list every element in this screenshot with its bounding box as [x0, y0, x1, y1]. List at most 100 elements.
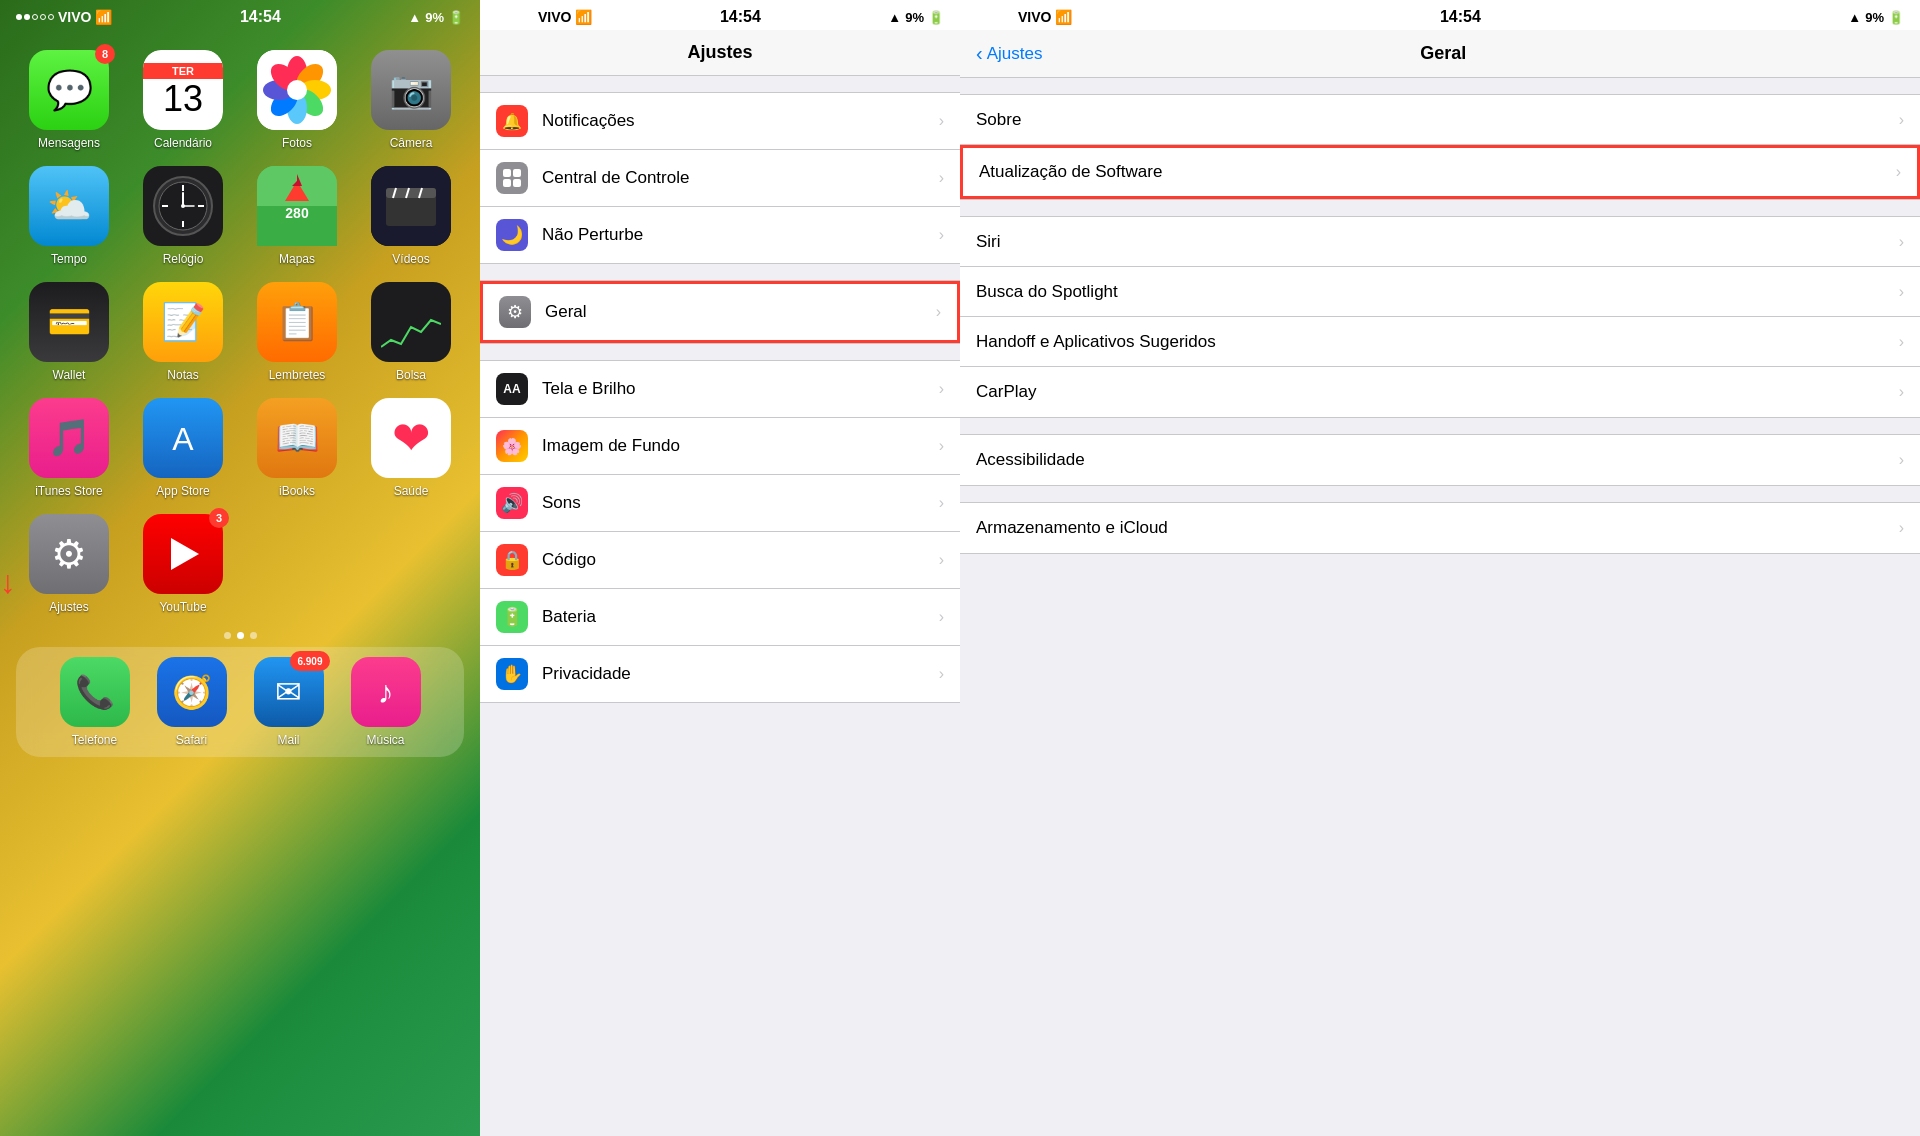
page-indicator [0, 624, 480, 647]
settings-row-display[interactable]: AA Tela e Brilho › [480, 361, 960, 418]
battery-2: ▲ 9% 🔋 [888, 10, 944, 25]
settings-row-control-center[interactable]: Central de Controle › [480, 150, 960, 207]
accessibility-label: Acessibilidade [976, 450, 1899, 470]
carplay-chevron: › [1899, 383, 1904, 401]
control-center-chevron: › [939, 169, 944, 187]
geral-row-sobre[interactable]: Sobre › [960, 95, 1920, 145]
control-center-icon [496, 162, 528, 194]
app-label-settings: Ajustes [49, 600, 88, 614]
geral-row-carplay[interactable]: CarPlay › [960, 367, 1920, 417]
battery-percent: 9% [425, 10, 444, 25]
back-button[interactable]: ‹ Ajustes [976, 42, 1042, 65]
app-icon-health: ❤ [371, 398, 451, 478]
svg-rect-31 [513, 169, 521, 177]
app-icon-safari: 🧭 [157, 657, 227, 727]
geral-title: Geral [1042, 43, 1844, 64]
sobre-label: Sobre [976, 110, 1899, 130]
dock-mail[interactable]: ✉ 6.909 Mail [254, 657, 324, 747]
app-youtube[interactable]: 3 YouTube [134, 514, 232, 614]
code-chevron: › [939, 551, 944, 569]
geral-row-siri[interactable]: Siri › [960, 217, 1920, 267]
geral-label: Geral [545, 302, 936, 322]
wallpaper-chevron: › [939, 437, 944, 455]
settings-row-code[interactable]: 🔒 Código › [480, 532, 960, 589]
app-icon-videos [371, 166, 451, 246]
app-label-stocks: Bolsa [396, 368, 426, 382]
app-label-photos: Fotos [282, 136, 312, 150]
status-bar-panel3: VIVO 📶 14:54 ▲ 9% 🔋 [960, 0, 1920, 30]
app-settings[interactable]: ⚙ Ajustes ↓ [20, 514, 118, 614]
app-health[interactable]: ❤ Saúde [362, 398, 460, 498]
app-icon-youtube: 3 [143, 514, 223, 594]
app-weather[interactable]: ⛅ Tempo [20, 166, 118, 266]
app-icon-ibooks: 📖 [257, 398, 337, 478]
app-appstore[interactable]: A App Store [134, 398, 232, 498]
app-ibooks[interactable]: 📖 iBooks [248, 398, 346, 498]
display-chevron: › [939, 380, 944, 398]
storage-chevron: › [1899, 519, 1904, 537]
carplay-label: CarPlay [976, 382, 1899, 402]
dock-phone[interactable]: 📞 Telefone [60, 657, 130, 747]
control-center-label: Central de Controle [542, 168, 939, 188]
app-label-messages: Mensagens [38, 136, 100, 150]
app-photos[interactable]: Fotos [248, 50, 346, 150]
geral-row-spotlight[interactable]: Busca do Spotlight › [960, 267, 1920, 317]
app-label-maps: Mapas [279, 252, 315, 266]
s2-dot5 [528, 14, 534, 20]
signal-dot-2 [24, 14, 30, 20]
app-reminders[interactable]: 📋 Lembretes [248, 282, 346, 382]
software-update-label: Atualização de Software [979, 162, 1896, 182]
settings-row-sounds[interactable]: 🔊 Sons › [480, 475, 960, 532]
privacy-icon: ✋ [496, 658, 528, 690]
dock-safari[interactable]: 🧭 Safari [157, 657, 227, 747]
app-icon-itunes: 🎵 [29, 398, 109, 478]
app-icon-maps: 280 [257, 166, 337, 246]
app-videos[interactable]: Vídeos [362, 166, 460, 266]
s2-dot3 [512, 14, 518, 20]
app-camera[interactable]: 📷 Câmera [362, 50, 460, 150]
app-clock[interactable]: Relógio [134, 166, 232, 266]
carrier-name: VIVO [58, 9, 91, 25]
app-label-appstore: App Store [156, 484, 209, 498]
s3-dot3 [992, 14, 998, 20]
geral-row-software-update[interactable]: Atualização de Software › [960, 145, 1920, 199]
status-bar-panel2: VIVO 📶 14:54 ▲ 9% 🔋 [480, 0, 960, 30]
geral-section-1: Sobre › Atualização de Software › [960, 94, 1920, 200]
geral-row-accessibility[interactable]: Acessibilidade › [960, 435, 1920, 485]
app-wallet[interactable]: 💳 Wallet [20, 282, 118, 382]
page-dot-2 [237, 632, 244, 639]
app-grid: 💬 8 Mensagens ter 13 Calendário [0, 30, 480, 624]
app-label-weather: Tempo [51, 252, 87, 266]
settings-row-do-not-disturb[interactable]: 🌙 Não Perturbe › [480, 207, 960, 263]
location-icon: ▲ [408, 10, 421, 25]
settings-row-privacy[interactable]: ✋ Privacidade › [480, 646, 960, 702]
handoff-chevron: › [1899, 333, 1904, 351]
app-label-music: Música [366, 733, 404, 747]
app-calendar[interactable]: ter 13 Calendário [134, 50, 232, 150]
app-label-reminders: Lembretes [269, 368, 326, 382]
settings-row-wallpaper[interactable]: 🌸 Imagem de Fundo › [480, 418, 960, 475]
app-itunes[interactable]: 🎵 iTunes Store [20, 398, 118, 498]
s3-dot2 [984, 14, 990, 20]
app-stocks[interactable]: Bolsa [362, 282, 460, 382]
clock-face [153, 176, 213, 236]
settings-row-battery[interactable]: 🔋 Bateria › [480, 589, 960, 646]
app-maps[interactable]: 280 Mapas [248, 166, 346, 266]
app-label-phone: Telefone [72, 733, 117, 747]
notifications-label: Notificações [542, 111, 939, 131]
settings-row-notifications[interactable]: 🔔 Notificações › [480, 93, 960, 150]
clock-2: 14:54 [720, 8, 761, 26]
battery-label: Bateria [542, 607, 939, 627]
app-label-notes: Notas [167, 368, 198, 382]
app-label-wallet: Wallet [53, 368, 86, 382]
app-messages[interactable]: 💬 8 Mensagens [20, 50, 118, 150]
dock-music[interactable]: ♪ Música [351, 657, 421, 747]
s3-dot5 [1008, 14, 1014, 20]
app-label-calendar: Calendário [154, 136, 212, 150]
geral-row-handoff[interactable]: Handoff e Aplicativos Sugeridos › [960, 317, 1920, 367]
geral-section-2: Siri › Busca do Spotlight › Handoff e Ap… [960, 216, 1920, 418]
app-icon-camera: 📷 [371, 50, 451, 130]
app-notes[interactable]: 📝 Notas [134, 282, 232, 382]
geral-row-storage[interactable]: Armazenamento e iCloud › [960, 503, 1920, 553]
settings-row-geral[interactable]: ⚙ Geral › [480, 281, 960, 343]
